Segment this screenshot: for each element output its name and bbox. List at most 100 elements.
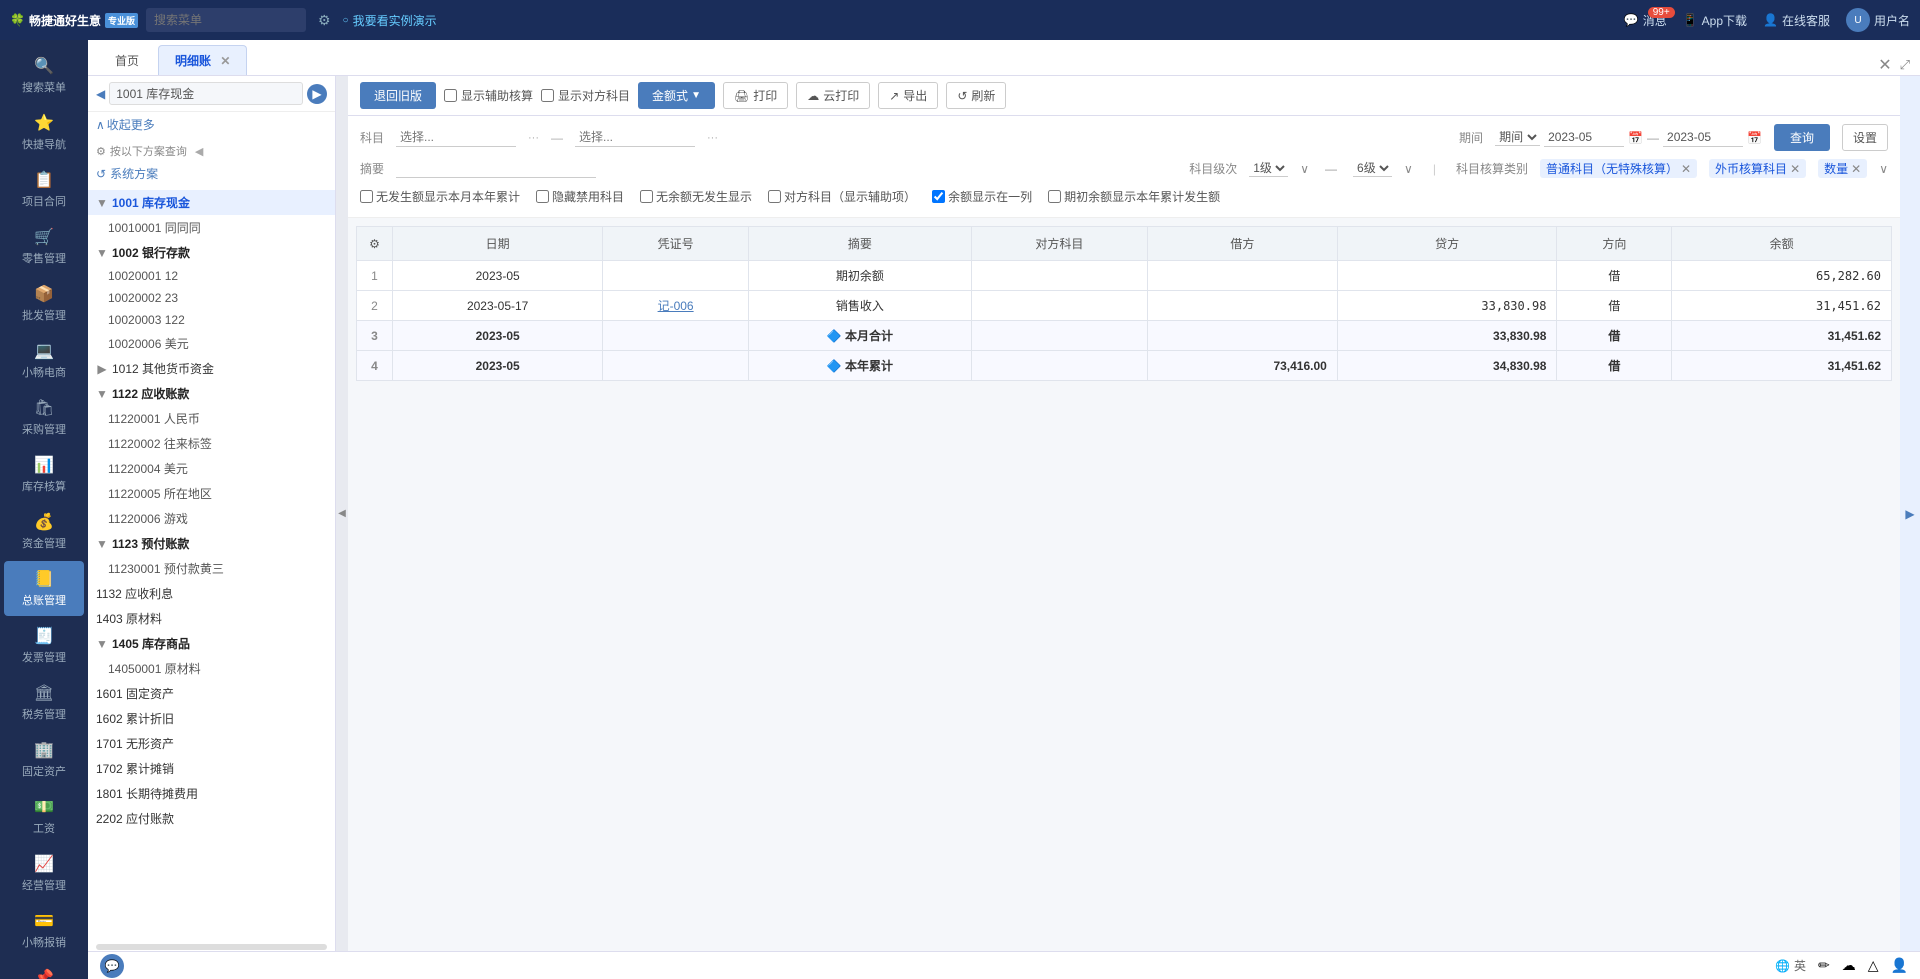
tree-item-1123[interactable]: ▼ 1123 预付账款: [88, 531, 335, 556]
tree-item-10010001[interactable]: 10010001 同同同: [88, 215, 335, 240]
show-aux-account-checkbox[interactable]: 显示辅助核算: [444, 87, 533, 104]
tree-item-1012[interactable]: ▶ 1012 其他货币资金: [88, 356, 335, 381]
tree-item-10020001[interactable]: 10020001 12: [88, 265, 335, 287]
tab-close-icon[interactable]: ✕: [220, 54, 230, 68]
row-voucher-2[interactable]: 记-006: [603, 291, 749, 321]
top-search-input[interactable]: [146, 8, 306, 32]
tree-item-1122[interactable]: ▼ 1122 应收账款: [88, 381, 335, 406]
sidebar-item-management[interactable]: 📈 经营管理: [4, 846, 84, 901]
level-end-select[interactable]: 6级1级2级: [1353, 160, 1392, 177]
tree-item-14050001[interactable]: 14050001 原材料: [88, 656, 335, 681]
sidebar-item-assets[interactable]: 🏢 固定资产: [4, 732, 84, 787]
sidebar-item-inventory[interactable]: 📊 库存核算: [4, 447, 84, 502]
tree-item-10020003[interactable]: 10020003 122: [88, 309, 335, 331]
tree-item-11220001[interactable]: 11220001 人民币: [88, 406, 335, 431]
tree-item-11220004[interactable]: 11220004 美元: [88, 456, 335, 481]
right-edge-panel[interactable]: ▶: [1900, 76, 1920, 951]
tree-item-2202[interactable]: 2202 应付账款: [88, 806, 335, 831]
tree-horizontal-scrollbar[interactable]: [96, 944, 327, 950]
category-tag-1[interactable]: 普通科目（无特殊核算） ✕: [1540, 159, 1697, 178]
expand-window-icon[interactable]: ⤢: [1900, 57, 1910, 73]
tree-item-11220006[interactable]: 11220006 游戏: [88, 506, 335, 531]
remove-tag-1-icon[interactable]: ✕: [1681, 162, 1691, 176]
cb-balance-column-check[interactable]: [932, 190, 945, 203]
calendar-end-icon[interactable]: 📅: [1747, 131, 1762, 145]
category-tag-3[interactable]: 数量 ✕: [1818, 159, 1867, 178]
calendar-start-icon[interactable]: 📅: [1628, 131, 1643, 145]
category-dropdown-icon[interactable]: ∨: [1879, 162, 1888, 176]
level-start-select[interactable]: 1级2级3级: [1249, 160, 1288, 177]
aux-account-check[interactable]: [444, 89, 457, 102]
remove-tag-2-icon[interactable]: ✕: [1790, 162, 1800, 176]
lang-switch-btn[interactable]: 🌐 英: [1775, 957, 1806, 974]
setting-btn[interactable]: 设置: [1842, 124, 1888, 151]
remove-tag-3-icon[interactable]: ✕: [1851, 162, 1861, 176]
sidebar-item-expense[interactable]: 💳 小畅报销: [4, 903, 84, 958]
demo-link[interactable]: 我要看实例演示: [343, 12, 437, 29]
alert-icon[interactable]: △: [1868, 957, 1879, 974]
sidebar-item-salary[interactable]: 💵 工资: [4, 789, 84, 844]
sidebar-item-nav[interactable]: ⭐ 快捷导航: [4, 105, 84, 160]
edit-icon[interactable]: ✏: [1818, 957, 1830, 974]
app-download-btn[interactable]: 📱 App下载: [1683, 12, 1747, 29]
contra-check[interactable]: [541, 89, 554, 102]
tree-next-btn[interactable]: ▶: [307, 84, 327, 104]
period-type-select[interactable]: 期间: [1495, 129, 1540, 146]
sidebar-item-tax[interactable]: 🏛 税务管理: [4, 675, 84, 730]
tree-item-1701[interactable]: 1701 无形资产: [88, 731, 335, 756]
tab-detail[interactable]: 明细账 ✕: [158, 45, 247, 75]
online-service-btn[interactable]: 👤 在线客服: [1763, 12, 1830, 29]
collapse-panel[interactable]: ◀: [336, 76, 348, 951]
category-tag-2[interactable]: 外币核算科目 ✕: [1709, 159, 1806, 178]
sidebar-item-purchase[interactable]: 🛍 采购管理: [4, 390, 84, 445]
period-start-input[interactable]: [1544, 128, 1624, 147]
subject-end-input[interactable]: [575, 128, 695, 147]
summary-input[interactable]: [396, 159, 596, 178]
user-menu-btn[interactable]: U 用户名: [1846, 8, 1910, 32]
cb-hide-disabled-check[interactable]: [536, 190, 549, 203]
user-status-icon[interactable]: 👤: [1891, 957, 1908, 974]
col-gear[interactable]: ⚙: [357, 227, 393, 261]
sidebar-item-ecommerce[interactable]: 💻 小畅电商: [4, 333, 84, 388]
tree-item-1403[interactable]: 1403 原材料: [88, 606, 335, 631]
sidebar-item-basics[interactable]: 📌 基础信息: [4, 960, 84, 979]
cloud-sync-icon[interactable]: ☁: [1842, 957, 1856, 974]
cb-no-balance[interactable]: 无余额无发生显示: [640, 188, 752, 205]
sidebar-item-ledger[interactable]: 📒 总账管理: [4, 561, 84, 616]
currency-format-btn[interactable]: 金额式 ▼: [638, 82, 715, 109]
sidebar-item-fund[interactable]: 💰 资金管理: [4, 504, 84, 559]
tree-item-11230001[interactable]: 11230001 预付款黄三: [88, 556, 335, 581]
messages-btn[interactable]: 💬 消息 99+: [1624, 12, 1667, 29]
query-btn[interactable]: 查询: [1774, 124, 1830, 151]
print-btn[interactable]: 🖨 打印: [723, 82, 788, 109]
collapse-arrow-icon[interactable]: ◀: [195, 145, 203, 158]
sidebar-item-project[interactable]: 📋 项目合同: [4, 162, 84, 217]
cb-no-amount[interactable]: 无发生额显示本月本年累计: [360, 188, 520, 205]
tree-item-1405[interactable]: ▼ 1405 库存商品: [88, 631, 335, 656]
settings-icon[interactable]: ⚙: [314, 10, 335, 31]
cb-balance-column[interactable]: 余额显示在一列: [932, 188, 1032, 205]
tree-item-1801[interactable]: 1801 长期待摊费用: [88, 781, 335, 806]
period-end-input[interactable]: [1663, 128, 1743, 147]
refresh-btn[interactable]: ↺ 刷新: [946, 82, 1006, 109]
sidebar-item-retail[interactable]: 🛒 零售管理: [4, 219, 84, 274]
sidebar-item-wholesale[interactable]: 📦 批发管理: [4, 276, 84, 331]
back-to-old-btn[interactable]: 退回旧版: [360, 82, 436, 109]
cb-period-balance-check[interactable]: [1048, 190, 1061, 203]
sidebar-item-search[interactable]: 🔍 搜索菜单: [4, 48, 84, 103]
tree-item-1002[interactable]: ▼ 1002 银行存款: [88, 240, 335, 265]
tree-item-1001[interactable]: ▼ 1001 库存现金: [88, 190, 335, 215]
cb-contra-check[interactable]: [768, 190, 781, 203]
tree-item-11220005[interactable]: 11220005 所在地区: [88, 481, 335, 506]
cb-contra-subject[interactable]: 对方科目（显示辅助项）: [768, 188, 916, 205]
tab-home[interactable]: 首页: [98, 45, 156, 75]
status-chat-icon[interactable]: 💬: [100, 954, 124, 978]
collapse-more-btn[interactable]: ∧ 收起更多: [96, 116, 327, 133]
tree-item-1602[interactable]: 1602 累计折旧: [88, 706, 335, 731]
cb-period-balance[interactable]: 期初余额显示本年累计发生额: [1048, 188, 1220, 205]
tree-item-10020002[interactable]: 10020002 23: [88, 287, 335, 309]
tree-item-1601[interactable]: 1601 固定资产: [88, 681, 335, 706]
tree-item-10020006[interactable]: 10020006 美元: [88, 331, 335, 356]
subject-input[interactable]: [396, 128, 516, 147]
back-arrow-icon[interactable]: ◀: [96, 87, 105, 101]
